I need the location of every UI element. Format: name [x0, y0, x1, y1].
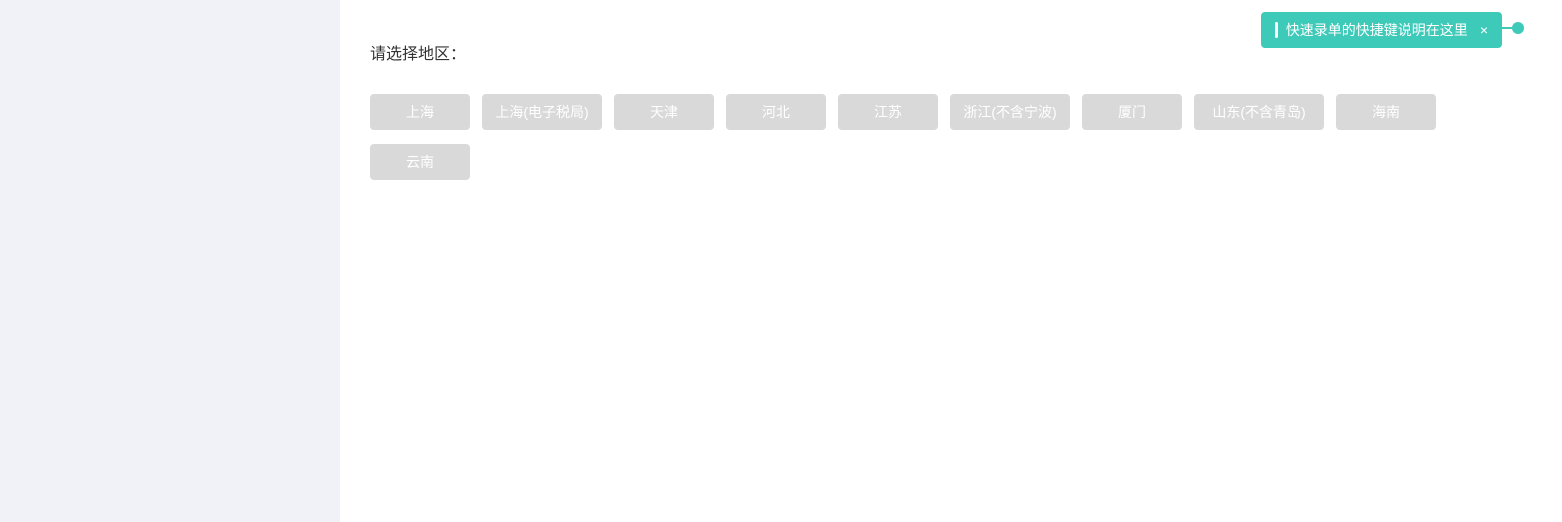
tooltip-close-button[interactable]: × [1480, 22, 1488, 38]
tooltip-dot-indicator [1512, 22, 1524, 34]
region-btn-tianjin[interactable]: 天津 [614, 94, 714, 130]
region-btn-shanghai-etax[interactable]: 上海(电子税局) [482, 94, 602, 130]
region-btn-zhejiang[interactable]: 浙江(不含宁波) [950, 94, 1070, 130]
region-btn-jiangsu[interactable]: 江苏 [838, 94, 938, 130]
region-btn-hebei[interactable]: 河北 [726, 94, 826, 130]
region-btn-xiamen[interactable]: 厦门 [1082, 94, 1182, 130]
tooltip-banner: 快速录单的快捷键说明在这里 × [1261, 12, 1502, 48]
tooltip-text: 快速录单的快捷键说明在这里 [1286, 20, 1468, 40]
sidebar [0, 0, 340, 522]
region-btn-shanghai[interactable]: 上海 [370, 94, 470, 130]
tooltip-bar [1275, 22, 1278, 38]
region-btn-shandong[interactable]: 山东(不含青岛) [1194, 94, 1324, 130]
region-btn-hainan[interactable]: 海南 [1336, 94, 1436, 130]
region-btn-yunnan[interactable]: 云南 [370, 144, 470, 180]
region-button-group: 上海 上海(电子税局) 天津 河北 江苏 浙江(不含宁波) 厦门 山东(不含青岛… [370, 94, 1532, 180]
main-content: 请选择地区： 上海 上海(电子税局) 天津 河北 江苏 浙江(不含宁波) 厦门 … [340, 0, 1562, 522]
